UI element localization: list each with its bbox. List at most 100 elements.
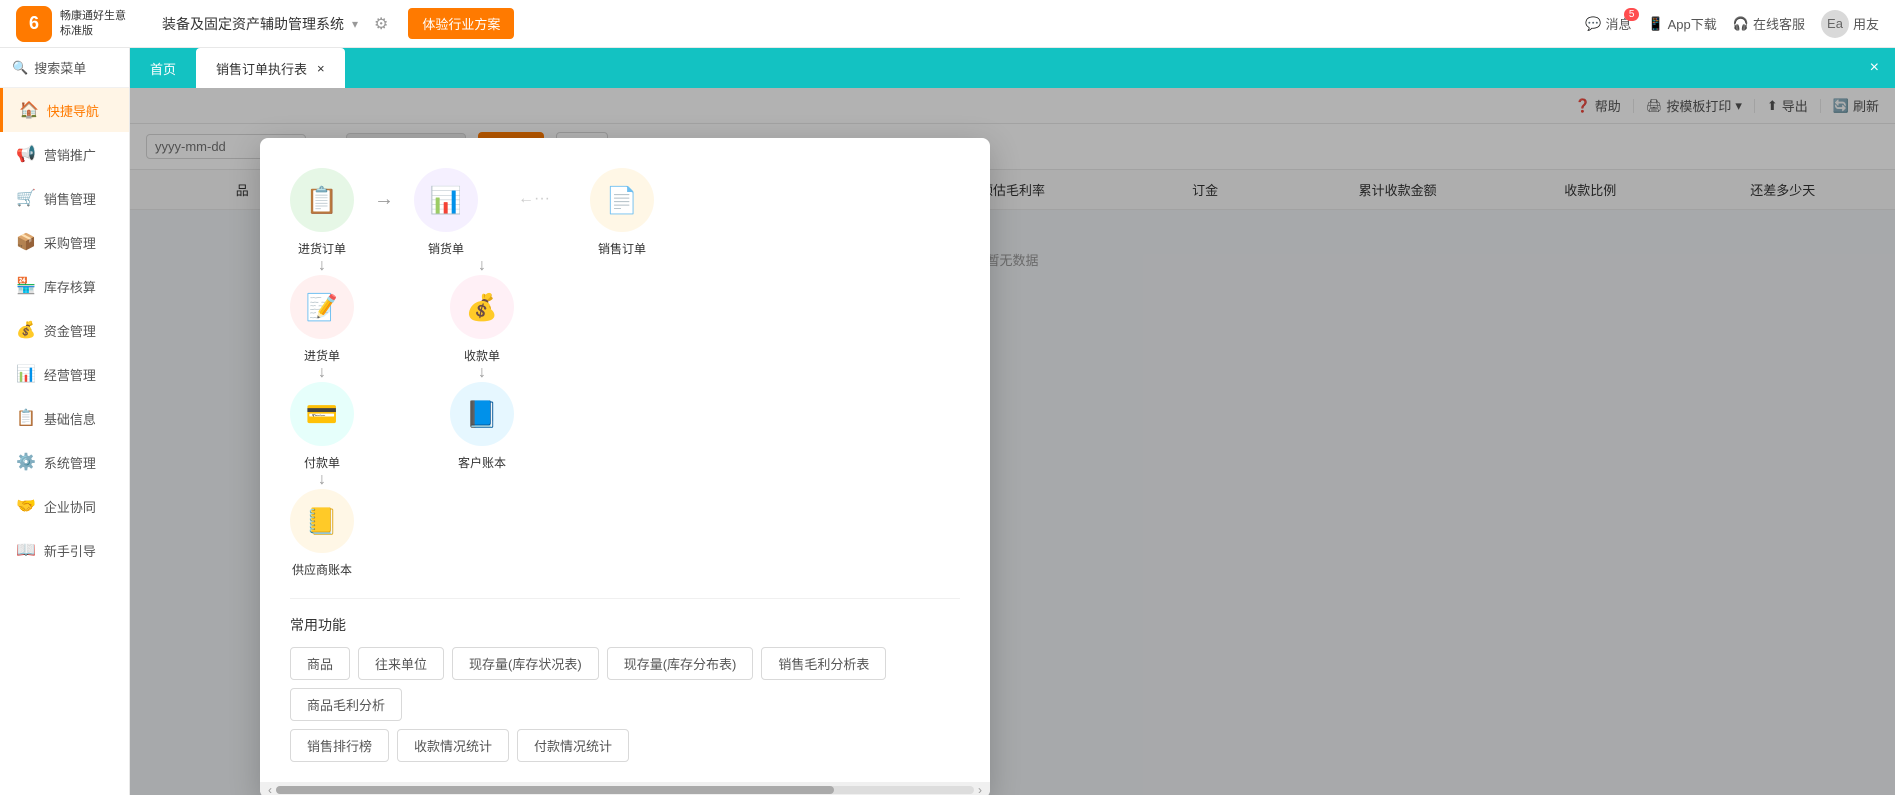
purchase-bill-node[interactable]: 📝 进货单 bbox=[290, 275, 354, 364]
func-btn-stock-status[interactable]: 现存量(库存状况表) bbox=[452, 647, 599, 680]
sidebar-item-newbie[interactable]: 📖 新手引导 bbox=[0, 528, 129, 572]
sidebar-item-operations[interactable]: 📊 经营管理 bbox=[0, 352, 129, 396]
func-btn-payment-stats[interactable]: 付款情况统计 bbox=[517, 729, 629, 762]
scroll-left-icon[interactable]: ‹ bbox=[268, 783, 272, 795]
popup-scrollbar[interactable]: ‹ › bbox=[260, 782, 990, 795]
trial-button[interactable]: 体验行业方案 bbox=[408, 8, 514, 39]
sidebar-item-basic[interactable]: 📋 基础信息 bbox=[0, 396, 129, 440]
content-area: 首页 销售订单执行表 × × ❓ 帮助 bbox=[130, 48, 1895, 795]
sales-bill-col: ↓ 💰 收款单 ↓ 📘 bbox=[450, 257, 514, 471]
sales-icon: 🛒 bbox=[16, 188, 36, 208]
quick-nav-popup: 📋 进货订单 ↓ 📝 进货单 ↓ bbox=[260, 138, 990, 795]
modal-overlay[interactable]: 📋 进货订单 ↓ 📝 进货单 ↓ bbox=[130, 88, 1895, 795]
purchase-order-icon: 📋 bbox=[290, 168, 354, 232]
sidebar-item-enterprise[interactable]: 🤝 企业协同 bbox=[0, 484, 129, 528]
sales-bill-label: 销货单 bbox=[428, 240, 464, 257]
dropdown-icon[interactable]: ▾ bbox=[352, 17, 358, 31]
common-functions-section: 常用功能 商品 往来单位 现存量(库存状况表) 现存量(库存分布表) 销售毛利分… bbox=[290, 598, 960, 762]
sidebar-item-quick-nav[interactable]: 🏠 快捷导航 bbox=[0, 88, 129, 132]
home-icon: 🏠 bbox=[19, 100, 39, 120]
window-close-icon[interactable]: × bbox=[1870, 59, 1879, 77]
purchase-bill-icon: 📝 bbox=[290, 275, 354, 339]
enterprise-icon: 🤝 bbox=[16, 496, 36, 516]
arrow-down-3: ↓ bbox=[318, 471, 326, 489]
logo-text: 畅康通好生意 标准版 bbox=[60, 9, 126, 38]
sidebar-item-system[interactable]: ⚙️ 系统管理 bbox=[0, 440, 129, 484]
payment-icon: 💳 bbox=[290, 382, 354, 446]
system-name: 装备及固定资产辅助管理系统 bbox=[162, 14, 344, 34]
sales-order-icon: 📄 bbox=[590, 168, 654, 232]
tab-home[interactable]: 首页 bbox=[130, 48, 196, 88]
sidebar-item-marketing[interactable]: 📢 营销推广 bbox=[0, 132, 129, 176]
dashed-arrow-icon: ←··· bbox=[518, 190, 550, 236]
sidebar-item-finance[interactable]: 💰 资金管理 bbox=[0, 308, 129, 352]
func-btn-product[interactable]: 商品 bbox=[290, 647, 350, 680]
arrow-right-icon: → bbox=[374, 188, 394, 211]
newbie-icon: 📖 bbox=[16, 540, 36, 560]
system-title: 装备及固定资产辅助管理系统 ▾ ⚙ 体验行业方案 bbox=[146, 8, 1585, 39]
tab-sales-order-exec[interactable]: 销售订单执行表 × bbox=[196, 48, 345, 88]
customer-ledger-node[interactable]: 📘 客户账本 bbox=[450, 382, 514, 471]
user-menu-button[interactable]: Ea 用友 bbox=[1821, 10, 1879, 38]
func-btn-sales-profit[interactable]: 销售毛利分析表 bbox=[761, 647, 886, 680]
sales-order-node[interactable]: 📄 销售订单 bbox=[590, 168, 654, 257]
right-flow: 📊 销货单 ←··· 📄 销售订单 bbox=[414, 168, 654, 471]
message-button[interactable]: 💬 消息 5 bbox=[1585, 14, 1631, 33]
system-icon: ⚙️ bbox=[16, 452, 36, 472]
sidebar: 🔍 搜索菜单 🏠 快捷导航 📢 营销推广 🛒 销售管理 📦 采购管理 🏪 bbox=[0, 48, 130, 795]
receipt-label: 收款单 bbox=[464, 347, 500, 364]
func-btn-contacts[interactable]: 往来单位 bbox=[358, 647, 444, 680]
scrollbar-thumb[interactable] bbox=[276, 786, 834, 794]
online-service-button[interactable]: 🎧 在线客服 bbox=[1733, 14, 1805, 33]
supplier-ledger-label: 供应商账本 bbox=[292, 561, 352, 578]
scrollbar-track[interactable] bbox=[276, 786, 974, 794]
app-download-button[interactable]: 📱 App下载 bbox=[1647, 14, 1716, 33]
top-bar: 6 畅康通好生意 标准版 装备及固定资产辅助管理系统 ▾ ⚙ 体验行业方案 💬 … bbox=[0, 0, 1895, 48]
purchase-order-node[interactable]: 📋 进货订单 bbox=[290, 168, 354, 257]
arrow-down-1: ↓ bbox=[318, 257, 326, 275]
finance-icon: 💰 bbox=[16, 320, 36, 340]
payment-label: 付款单 bbox=[304, 454, 340, 471]
sidebar-item-purchase[interactable]: 📦 采购管理 bbox=[0, 220, 129, 264]
sales-bill-node[interactable]: 📊 销货单 bbox=[414, 168, 478, 257]
gear-icon[interactable]: ⚙ bbox=[374, 14, 388, 34]
message-badge: 5 bbox=[1624, 8, 1640, 21]
arrow-down-r: ↓ bbox=[478, 364, 486, 382]
receipt-icon: 💰 bbox=[450, 275, 514, 339]
purchase-icon: 📦 bbox=[16, 232, 36, 252]
func-btn-stock-dist[interactable]: 现存量(库存分布表) bbox=[607, 647, 754, 680]
left-flow: 📋 进货订单 ↓ 📝 进货单 ↓ bbox=[290, 168, 354, 578]
common-functions-title: 常用功能 bbox=[290, 615, 960, 635]
operations-icon: 📊 bbox=[16, 364, 36, 384]
customer-ledger-icon: 📘 bbox=[450, 382, 514, 446]
popup-content: 📋 进货订单 ↓ 📝 进货单 ↓ bbox=[260, 138, 990, 782]
arrow-down-2: ↓ bbox=[318, 364, 326, 382]
search-menu-button[interactable]: 🔍 搜索菜单 bbox=[0, 48, 129, 88]
tab-close-icon[interactable]: × bbox=[317, 61, 325, 76]
inventory-icon: 🏪 bbox=[16, 276, 36, 296]
func-buttons-row1: 商品 往来单位 现存量(库存状况表) 现存量(库存分布表) 销售毛利分析表 商品… bbox=[290, 647, 960, 721]
sidebar-item-sales[interactable]: 🛒 销售管理 bbox=[0, 176, 129, 220]
supplier-ledger-icon: 📒 bbox=[290, 489, 354, 553]
h-arrow-area: → bbox=[374, 168, 394, 211]
sales-order-label: 销售订单 bbox=[598, 240, 646, 257]
marketing-icon: 📢 bbox=[16, 144, 36, 164]
customer-ledger-label: 客户账本 bbox=[458, 454, 506, 471]
func-btn-product-profit[interactable]: 商品毛利分析 bbox=[290, 688, 402, 721]
logo-area: 6 畅康通好生意 标准版 bbox=[16, 6, 146, 42]
purchase-bill-label: 进货单 bbox=[304, 347, 340, 364]
scroll-right-icon[interactable]: › bbox=[978, 783, 982, 795]
sidebar-item-inventory[interactable]: 🏪 库存核算 bbox=[0, 264, 129, 308]
page-content: ❓ 帮助 🖨 按模板打印 ▾ ⬆ 导出 bbox=[130, 88, 1895, 795]
logo-icon: 6 bbox=[16, 6, 52, 42]
supplier-ledger-node[interactable]: 📒 供应商账本 bbox=[290, 489, 354, 578]
avatar: Ea bbox=[1821, 10, 1849, 38]
purchase-order-label: 进货订单 bbox=[298, 240, 346, 257]
func-buttons-row2: 销售排行榜 收款情况统计 付款情况统计 bbox=[290, 729, 960, 762]
receipt-node[interactable]: 💰 收款单 bbox=[450, 275, 514, 364]
arrow-down-sb: ↓ bbox=[478, 257, 486, 275]
search-icon: 🔍 bbox=[12, 60, 28, 76]
payment-node[interactable]: 💳 付款单 bbox=[290, 382, 354, 471]
func-btn-sales-rank[interactable]: 销售排行榜 bbox=[290, 729, 389, 762]
func-btn-receipt-stats[interactable]: 收款情况统计 bbox=[397, 729, 509, 762]
